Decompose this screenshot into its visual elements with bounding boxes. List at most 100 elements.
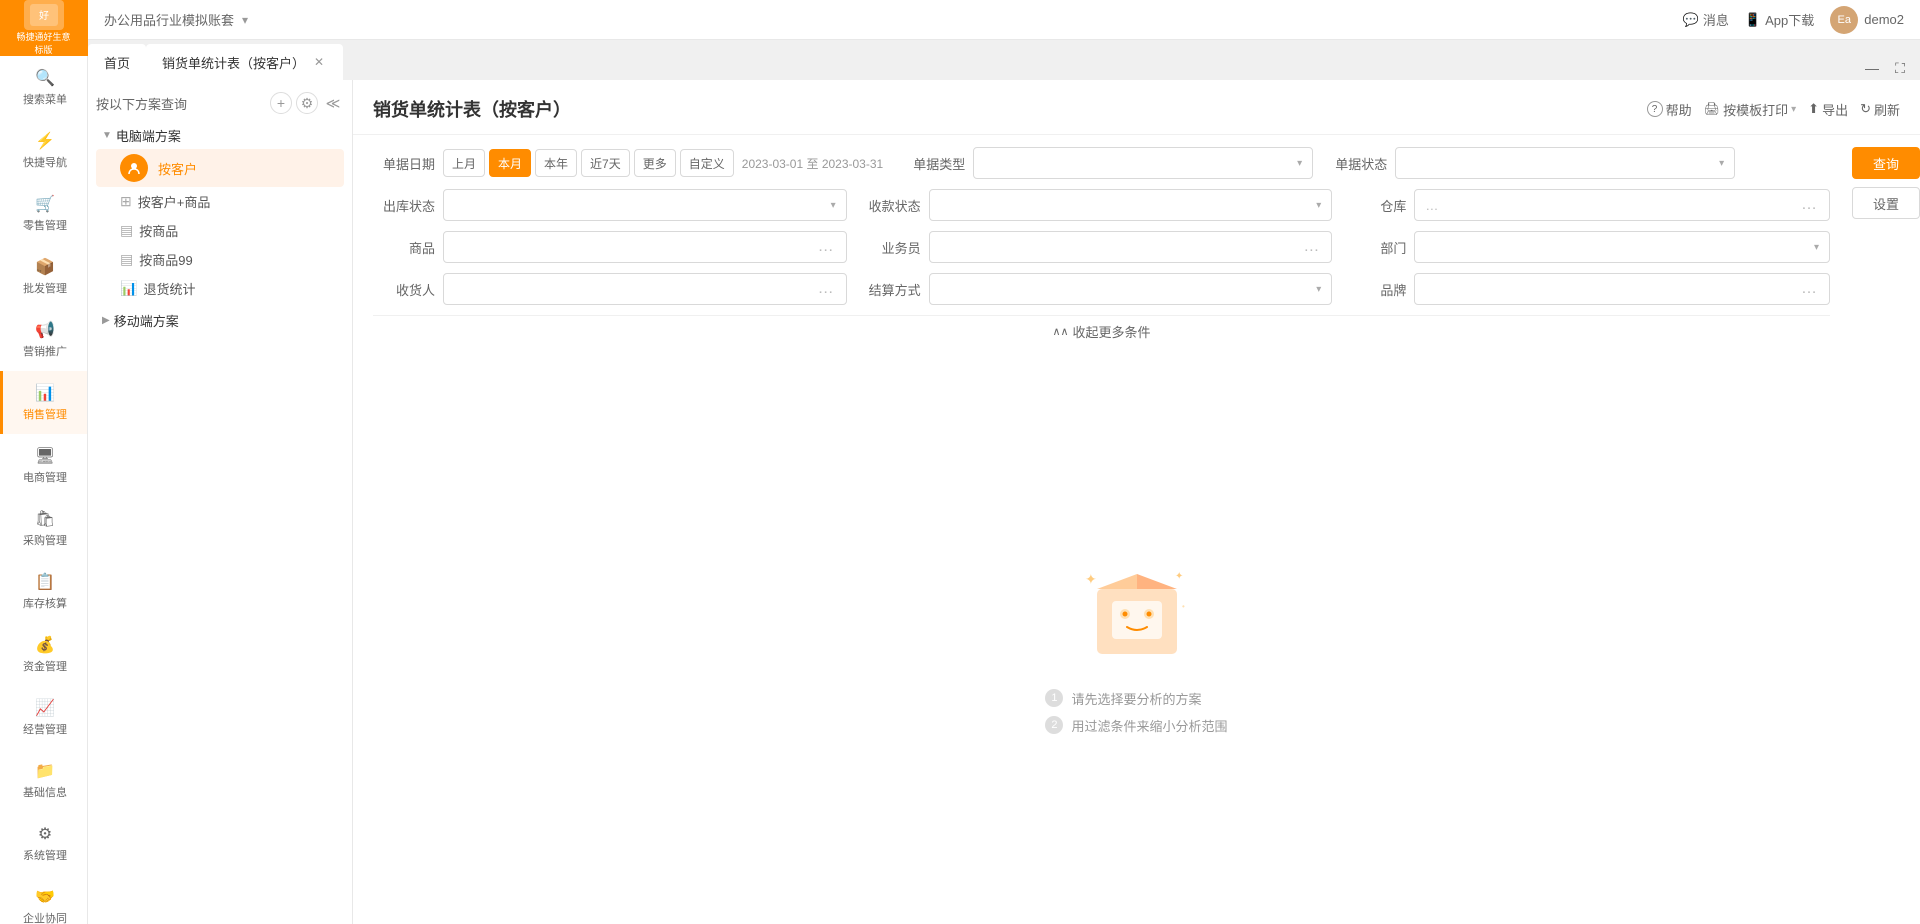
department-col: 部门 ▾ [1344,231,1830,263]
tab-close-icon[interactable]: ✕ [311,54,327,70]
purchase-icon: 🛍 [35,509,55,529]
receipt-status-col: 收款状态 ▾ [859,189,1345,221]
setting-btn[interactable]: 设置 [1852,187,1920,219]
sidebar-item-quick-nav[interactable]: ⚡ 快捷导航 [0,119,87,182]
tree-item-label: 按客户 [158,159,197,178]
print-btn[interactable]: 🖨 按模板打印 ▾ [1704,100,1797,119]
query-btn[interactable]: 查询 [1852,147,1920,179]
content-area: 按以下方案查询 + ⚙ ≪ ▼ 电脑端方案 [88,80,1920,924]
grid-icon: ⊞ [120,193,132,210]
last-month-btn[interactable]: 上月 [443,149,485,177]
refresh-icon: ↻ [1860,101,1871,117]
tab-actions: — ⛶ [1860,56,1920,80]
brand-label: 品牌 [1344,280,1414,299]
sidebar-item-marketing[interactable]: 📢 营销推广 [0,308,87,371]
tree-item-refund-stat[interactable]: 📊 退货统计 [96,274,344,303]
list-icon: ▤ [120,222,133,239]
salesperson-control[interactable]: … [929,231,1333,263]
tree-group-header-mobile[interactable]: ▶ 移动端方案 [96,307,344,334]
sidebar-item-inventory[interactable]: 📋 库存核算 [0,560,87,623]
tabbar: 首页 销货单统计表（按客户） ✕ — ⛶ [88,40,1920,80]
export-icon: ⬆ [1808,101,1819,117]
app-download-icon: 📱 [1745,12,1761,28]
retail-icon: 🛒 [35,194,55,214]
message-btn[interactable]: 💬 消息 [1683,10,1729,29]
more-btn[interactable]: 更多 [634,149,676,177]
bar-icon: 📊 [120,280,137,297]
sidebar-item-search[interactable]: 🔍 搜索菜单 [0,56,87,119]
sidebar-item-label: 系统管理 [23,847,67,863]
main-content: 销货单统计表（按客户） ? 帮助 🖨 按模板打印 ▾ ⬆ 导出 [353,80,1920,924]
tree-group-header-desktop[interactable]: ▼ 电脑端方案 [96,122,344,149]
tree-item-by-customer[interactable]: 按客户 [96,149,344,187]
refresh-btn[interactable]: ↻ 刷新 [1860,100,1900,119]
app-download-btn[interactable]: 📱 App下载 [1745,10,1814,29]
tab-home[interactable]: 首页 [88,44,146,80]
sidebar-item-wholesale[interactable]: 📦 批发管理 [0,245,87,308]
cooperation-icon: 🤝 [35,887,55,907]
tree-item-by-customer-goods[interactable]: ⊞ 按客户+商品 [96,187,344,216]
goods-control[interactable]: … [443,231,847,263]
doc-type-control[interactable]: ▾ [973,147,1313,179]
app-logo[interactable]: 好 畅捷通好生意 标版 [0,0,88,56]
scheme-panel-header: 按以下方案查询 + ⚙ ≪ [96,92,344,114]
this-month-btn[interactable]: 本月 [489,149,531,177]
sales-icon: 📊 [35,383,55,403]
tree-item-by-goods-99[interactable]: ▤ 按商品99 [96,245,344,274]
sidebar-item-retail[interactable]: 🛒 零售管理 [0,182,87,245]
recipient-control[interactable]: … [443,273,847,305]
export-btn[interactable]: ⬆ 导出 [1808,100,1848,119]
ship-status-control[interactable]: ▾ [443,189,847,221]
receipt-status-label: 收款状态 [859,196,929,215]
sidebar-item-operation[interactable]: 📈 经营管理 [0,686,87,749]
this-year-btn[interactable]: 本年 [535,149,577,177]
user-profile[interactable]: Ea demo2 [1830,6,1904,34]
warehouse-col: 仓库 … … [1344,189,1830,221]
brand-control[interactable]: … [1414,273,1830,305]
add-scheme-btn[interactable]: + [270,92,292,114]
last-7-btn[interactable]: 近7天 [581,149,630,177]
svg-text:好: 好 [39,10,49,22]
ecommerce-icon: 🖥 [35,446,55,466]
system-icon: ⚙ [38,824,52,844]
page-title: 销货单统计表（按客户） [373,96,571,122]
help-btn[interactable]: ? 帮助 [1647,100,1692,119]
custom-btn[interactable]: 自定义 [680,149,734,177]
sidebar-item-cooperation[interactable]: 🤝 企业协同 [0,875,87,924]
settings-scheme-btn[interactable]: ⚙ [296,92,318,114]
sidebar-item-sales[interactable]: 📊 销售管理 [0,371,87,434]
doc-status-label: 单据状态 [1325,154,1395,173]
sidebar-item-ecommerce[interactable]: 🖥 电商管理 [0,434,87,497]
department-control[interactable]: ▾ [1414,231,1830,263]
tab-maximize-btn[interactable]: ⛶ [1888,56,1912,80]
marketing-icon: 📢 [35,320,55,340]
doc-status-control[interactable]: ▾ [1395,147,1735,179]
sidebar-item-system[interactable]: ⚙ 系统管理 [0,812,87,875]
tree-item-label: 按商品 [139,221,178,240]
collapse-label: 收起更多条件 [1073,322,1151,341]
empty-illustration: ✦ ✦ • [1067,549,1207,669]
receipt-status-control[interactable]: ▾ [929,189,1333,221]
tree-item-by-goods[interactable]: ▤ 按商品 [96,216,344,245]
sales-stat-tab-label: 销货单统计表（按客户） [162,53,305,72]
main-area: 办公用品行业模拟账套 ▾ 💬 消息 📱 App下载 Ea demo2 首页 [88,0,1920,924]
sidebar-item-finance[interactable]: 💰 资金管理 [0,623,87,686]
tip-num-1: 1 [1045,689,1063,707]
warehouse-control[interactable]: … … [1414,189,1830,221]
tab-sales-stat[interactable]: 销货单统计表（按客户） ✕ [146,44,343,80]
svg-text:✦: ✦ [1175,571,1183,582]
topbar: 办公用品行业模拟账套 ▾ 💬 消息 📱 App下载 Ea demo2 [88,0,1920,40]
settlement-control[interactable]: ▾ [929,273,1333,305]
topbar-dropdown[interactable]: ▾ [242,13,248,27]
query-buttons: 查询 设置 [1852,135,1920,231]
sidebar-item-basic[interactable]: 📁 基础信息 [0,749,87,812]
sidebar-item-purchase[interactable]: 🛍 采购管理 [0,497,87,560]
tree-item-label: 退货统计 [143,279,195,298]
department-label: 部门 [1344,238,1414,257]
collapse-scheme-btn[interactable]: ≪ [322,92,344,114]
doc-type-label: 单据类型 [903,154,973,173]
empty-tips: 1 请先选择要分析的方案 2 用过滤条件来缩小分析范围 [1045,689,1227,735]
scheme-panel-actions: + ⚙ ≪ [270,92,344,114]
collapse-bar[interactable]: ∧∧ 收起更多条件 [373,315,1830,347]
tab-minimize-btn[interactable]: — [1860,56,1884,80]
